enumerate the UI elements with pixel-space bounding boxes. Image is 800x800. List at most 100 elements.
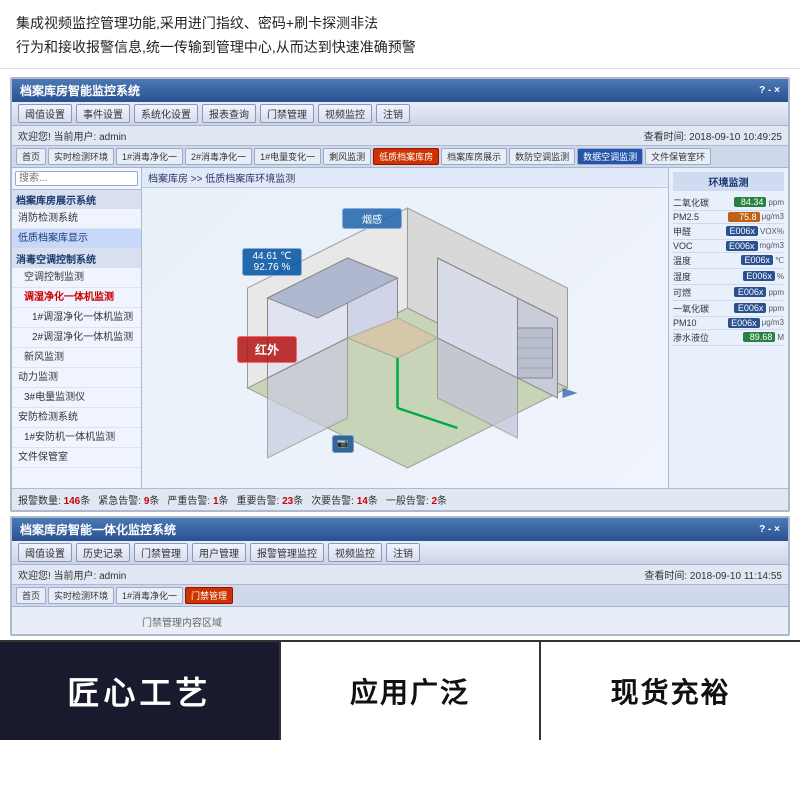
tab-disinfect2[interactable]: 2#消毒净化一: [185, 148, 252, 165]
left-sidebar: 档案库房展示系统 消防检测系统 低质档案库显示 消毒空调控制系统 空调控制监测 …: [12, 168, 142, 488]
env-unit-water: M: [777, 333, 784, 342]
lower-nav-logout[interactable]: 注销: [386, 543, 420, 562]
nav-video[interactable]: 视频监控: [318, 104, 372, 123]
lower-controls-text[interactable]: ? - ×: [759, 524, 780, 535]
lower-content-note: 门禁管理内容区域: [142, 614, 222, 629]
env-row-water: 渗水液位 89.68 M: [673, 330, 784, 346]
sidebar-item-aircon-monitor[interactable]: 空调控制监测: [12, 268, 141, 288]
lower-system-panel: 档案库房智能一体化监控系统 ? - × 阈值设置 历史记录 门禁管理 用户管理 …: [10, 516, 790, 636]
tab-files[interactable]: 文件保管室环: [645, 148, 711, 165]
bottom-left-text: 匠心工艺: [67, 668, 211, 714]
lower-top-nav: 阈值设置 历史记录 门禁管理 用户管理 报警管理监控 视频监控 注销: [12, 541, 788, 565]
env-row-humi: 湿度 E006x %: [673, 269, 784, 285]
tab-realtime[interactable]: 实时检测环境: [48, 148, 114, 165]
tab-wind[interactable]: 剩风监测: [323, 148, 371, 165]
lower-content-area: 门禁管理内容区域: [12, 607, 788, 636]
tab-home[interactable]: 首页: [16, 148, 46, 165]
nav-system[interactable]: 系统化设置: [134, 104, 198, 123]
sidebar-item-humi1a[interactable]: 1#调湿净化一体机监测: [12, 308, 141, 328]
tab-aircon1[interactable]: 数防空调监测: [509, 148, 575, 165]
tab-disinfect1[interactable]: 1#消毒净化一: [116, 148, 183, 165]
env-unit-form: VOX%: [760, 227, 784, 236]
env-label-voc: VOC: [673, 241, 726, 251]
sidebar-item-power[interactable]: 动力监测: [12, 368, 141, 388]
infrared-label: 红外: [255, 343, 279, 357]
data-box-temp: 44.61 ℃: [248, 251, 296, 262]
room-svg: [152, 188, 663, 478]
upper-welcome: 欢迎您! 当前用户: admin: [18, 128, 126, 143]
lower-nav-alarm[interactable]: 报警管理监控: [250, 543, 324, 562]
lower-system-title: 档案库房智能一体化监控系统: [20, 521, 176, 538]
upper-system-title: 档案库房智能监控系统: [20, 82, 140, 99]
sidebar-item-fresh-air[interactable]: 新风监测: [12, 348, 141, 368]
nav-logout[interactable]: 注销: [376, 104, 410, 123]
sidebar-item-power3[interactable]: 3#电量监测仪: [12, 388, 141, 408]
env-row-combustible: 可燃 E006x ppm: [673, 285, 784, 301]
env-label-water: 渗水液位: [673, 331, 743, 344]
alarm-section: 报警数量: 146条 紧急告警: 9条 严重告警: 1条 重要告警: 23条 次…: [18, 492, 447, 507]
lower-tab-door[interactable]: 门禁管理: [185, 587, 233, 604]
upper-main-content: 档案库房展示系统 消防检测系统 低质档案库显示 消毒空调控制系统 空调控制监测 …: [12, 168, 788, 488]
data-box-infrared[interactable]: 红外: [237, 336, 297, 363]
tab-aircon2[interactable]: 数据空调监测: [577, 148, 643, 165]
lower-nav-video[interactable]: 视频监控: [328, 543, 382, 562]
sidebar-item-security[interactable]: 安防检测系统: [12, 408, 141, 428]
env-value-voc: E006x: [726, 241, 758, 251]
upper-system-panel: 档案库房智能监控系统 ? - × 阈值设置 事件设置 系统化设置 报表查询 门禁…: [10, 77, 790, 512]
sidebar-section-archive: 档案库房展示系统: [12, 190, 141, 209]
nav-threshold[interactable]: 阈值设置: [18, 104, 72, 123]
camera-sensor: 📷: [332, 435, 354, 453]
sidebar-item-security1[interactable]: 1#安防机一体机监测: [12, 428, 141, 448]
breadcrumb: 档案库房 >> 低质档案库环境监测: [142, 168, 668, 188]
data-box-temp-humi[interactable]: 44.61 ℃ 92.76 %: [242, 248, 302, 276]
env-unit-pm10: μg/m3: [762, 318, 784, 327]
env-row-voc: VOC E006x mg/m3: [673, 240, 784, 253]
lower-tab-realtime[interactable]: 实时检测环境: [48, 587, 114, 604]
env-value-form: E006x: [726, 226, 758, 236]
env-label-co2: 二氧化碳: [673, 196, 734, 209]
upper-title-controls[interactable]: ? - ×: [759, 85, 780, 96]
tab-lowq[interactable]: 低质档案库房: [373, 148, 439, 165]
center-visualization: 档案库房 >> 低质档案库环境监测: [142, 168, 668, 488]
sidebar-item-humi2a[interactable]: 2#调湿净化一体机监测: [12, 328, 141, 348]
lower-tab-home[interactable]: 首页: [16, 587, 46, 604]
env-unit-voc: mg/m3: [760, 241, 784, 250]
lower-tab-nav: 首页 实时检测环境 1#消毒净化一 门禁管理: [12, 585, 788, 607]
tab-power[interactable]: 1#电量变化一: [254, 148, 321, 165]
sidebar-item-lowq-display[interactable]: 低质档案库显示: [12, 229, 141, 249]
data-box-humi: 92.76 %: [248, 262, 296, 273]
env-row-co2: 二氧化碳 84.34 ppm: [673, 195, 784, 211]
lower-nav-door[interactable]: 门禁管理: [134, 543, 188, 562]
bottom-middle-text: 应用广泛: [350, 671, 470, 711]
alarm-total: 报警数量: 146条: [18, 492, 90, 507]
bottom-right-text: 现货充裕: [611, 671, 731, 711]
env-value-co2: 84.34: [734, 197, 766, 207]
lower-nav-threshold[interactable]: 阈值设置: [18, 543, 72, 562]
tab-display[interactable]: 档案库房展示: [441, 148, 507, 165]
upper-controls-text[interactable]: ? - ×: [759, 85, 780, 96]
upper-info-bar: 欢迎您! 当前用户: admin 查看时间: 2018-09-10 10:49:…: [12, 126, 788, 146]
lower-datetime: 查看时间: 2018-09-10 11:14:55: [644, 567, 782, 582]
env-value-pm10: E006x: [728, 318, 760, 328]
sidebar-search-area: [12, 168, 141, 190]
sidebar-item-humi1[interactable]: 调湿净化一体机监测: [12, 288, 141, 308]
alarm-severe: 严重告警: 1条: [167, 492, 228, 507]
lower-nav-history[interactable]: 历史记录: [76, 543, 130, 562]
desc-line2: 行为和接收报警信息,统一传输到管理中心,从而达到快速准确预警: [16, 36, 784, 60]
lower-tab-disinfect1[interactable]: 1#消毒净化一: [116, 587, 183, 604]
nav-event[interactable]: 事件设置: [76, 104, 130, 123]
data-box-smoke[interactable]: 烟感: [342, 208, 402, 229]
sidebar-item-filekeep[interactable]: 文件保管室: [12, 448, 141, 468]
nav-report[interactable]: 报表查询: [202, 104, 256, 123]
upper-bottom-bar: 报警数量: 146条 紧急告警: 9条 严重告警: 1条 重要告警: 23条 次…: [12, 488, 788, 510]
alarm-important: 重要告警: 23条: [237, 492, 304, 507]
sidebar-item-fire[interactable]: 消防检测系统: [12, 209, 141, 229]
env-value-pm25: 75.8: [728, 212, 760, 222]
nav-door[interactable]: 门禁管理: [260, 104, 314, 123]
sidebar-search-input[interactable]: [15, 171, 138, 186]
env-label-humi: 湿度: [673, 270, 743, 283]
lower-title-controls[interactable]: ? - ×: [759, 524, 780, 535]
lower-nav-user[interactable]: 用户管理: [192, 543, 246, 562]
upper-tab-nav: 首页 实时检测环境 1#消毒净化一 2#消毒净化一 1#电量变化一 剩风监测 低…: [12, 146, 788, 168]
upper-top-nav: 阈值设置 事件设置 系统化设置 报表查询 门禁管理 视频监控 注销: [12, 102, 788, 126]
